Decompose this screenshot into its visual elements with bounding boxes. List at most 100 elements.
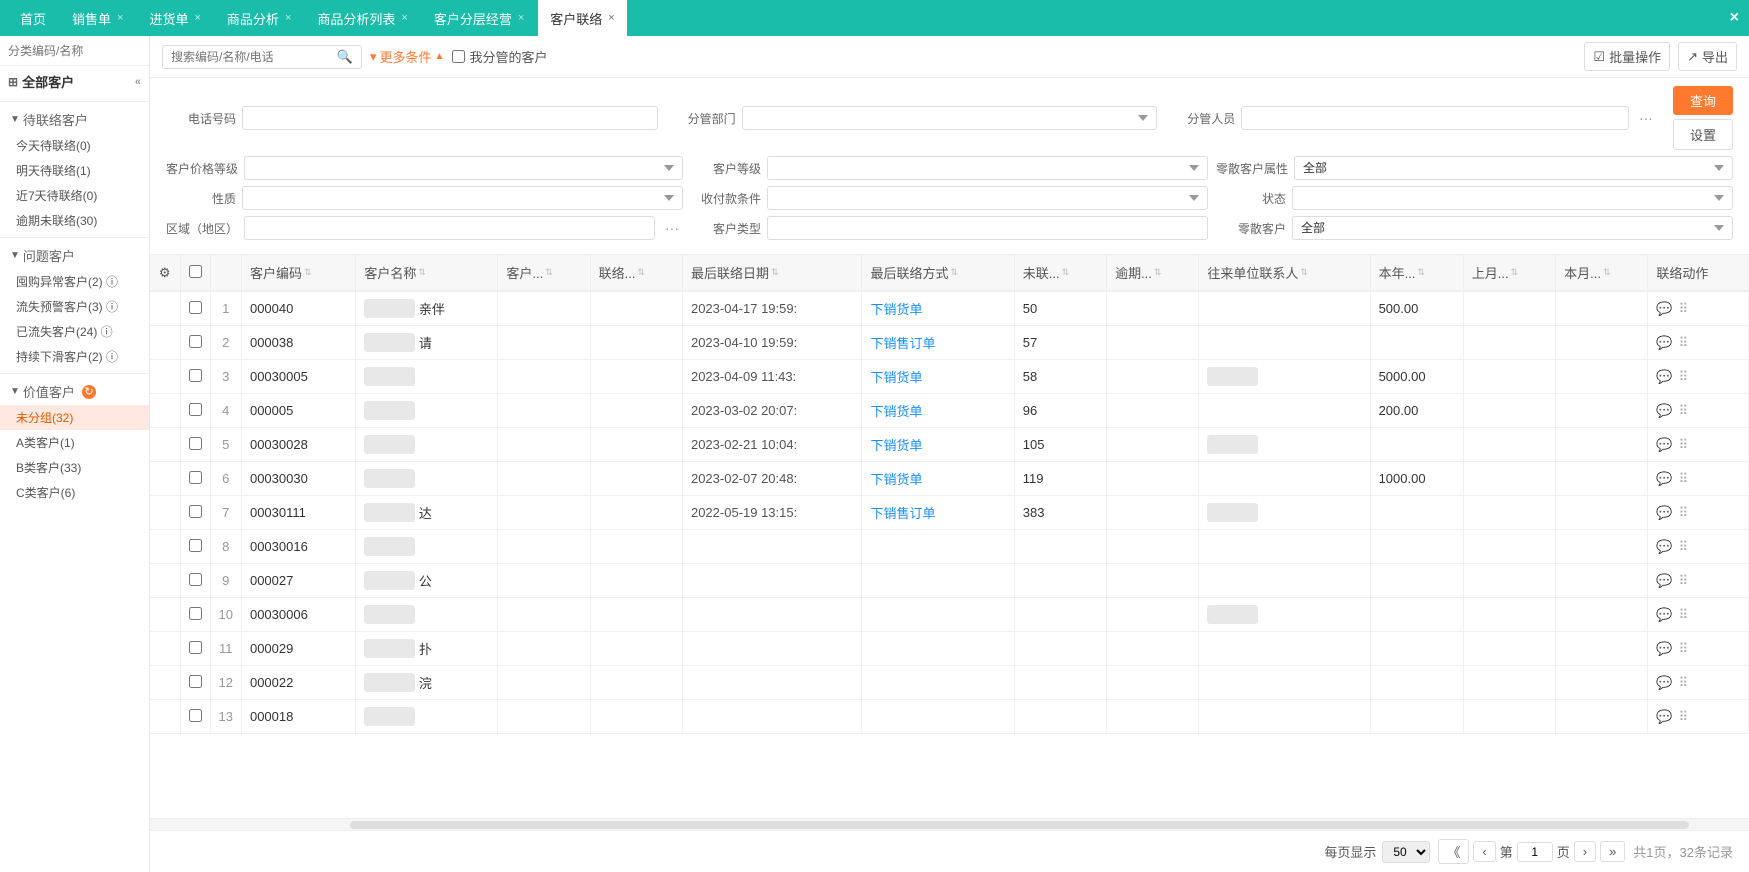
chat-icon[interactable]: 💬 <box>1656 471 1672 487</box>
filter-select-nature[interactable] <box>242 186 683 210</box>
row-checkbox[interactable] <box>189 301 202 314</box>
scrollbar-inner[interactable] <box>350 821 1689 829</box>
nav-tab-purchase[interactable]: 进货单 × <box>137 0 212 36</box>
sidebar-item-class-a[interactable]: A类客户(1) <box>0 430 149 455</box>
scrollbar-placeholder[interactable] <box>150 818 1749 830</box>
chat-icon[interactable]: 💬 <box>1656 641 1672 657</box>
sort-this-year[interactable]: ⇅ <box>1417 267 1425 278</box>
nav-home[interactable]: 首页 <box>8 3 58 34</box>
sidebar-item-7days-pending[interactable]: 近7天待联络(0) <box>0 183 149 208</box>
row-checkbox[interactable] <box>189 369 202 382</box>
sidebar-item-class-c[interactable]: C类客户(6) <box>0 480 149 505</box>
row-checkbox[interactable] <box>189 539 202 552</box>
more-actions-icon[interactable]: ⠿ <box>1679 335 1689 351</box>
person-dot-btn[interactable]: ··· <box>1635 110 1657 126</box>
sort-name[interactable]: ⇅ <box>418 267 426 278</box>
more-actions-icon[interactable]: ⠿ <box>1679 369 1689 385</box>
chat-icon[interactable]: 💬 <box>1656 573 1672 589</box>
filter-select-status[interactable] <box>1292 186 1733 210</box>
filter-select-price-level[interactable] <box>244 156 683 180</box>
main-search-input[interactable] <box>171 50 333 64</box>
chat-icon[interactable]: 💬 <box>1656 301 1672 317</box>
row-checkbox[interactable] <box>189 709 202 722</box>
more-actions-icon[interactable]: ⠿ <box>1679 505 1689 521</box>
sidebar-group-header-pending[interactable]: ▼ 待联络客户 <box>0 106 149 133</box>
nav-tab-customer-contact[interactable]: 客户联络 × <box>538 0 626 36</box>
close-customer-contact-tab[interactable]: × <box>608 12 614 24</box>
sidebar-group-header-problem[interactable]: ▼ 问题客户 <box>0 242 149 269</box>
more-actions-icon[interactable]: ⠿ <box>1679 675 1689 691</box>
row-checkbox[interactable] <box>189 607 202 620</box>
last-way-link[interactable]: 下销货单 <box>870 472 922 487</box>
pagesize-select[interactable]: 50 <box>1382 841 1430 863</box>
chat-icon[interactable]: 💬 <box>1656 709 1672 725</box>
sort-last-date[interactable]: ⇅ <box>771 267 779 278</box>
batch-op-btn[interactable]: ☑ 批量操作 <box>1584 42 1670 71</box>
region-dot-btn[interactable]: ··· <box>661 220 683 236</box>
row-checkbox[interactable] <box>189 573 202 586</box>
sort-last-month[interactable]: ⇅ <box>1511 267 1519 278</box>
sidebar-item-overdue-pending[interactable]: 逾期未联络(30) <box>0 208 149 233</box>
filter-select-dept[interactable] <box>742 106 1158 130</box>
close-analysis-list-tab[interactable]: × <box>401 12 407 24</box>
query-button[interactable]: 查询 <box>1673 86 1733 115</box>
filter-input-cust-type[interactable] <box>767 216 1208 240</box>
more-actions-icon[interactable]: ⠿ <box>1679 403 1689 419</box>
nav-tab-analysis[interactable]: 商品分析 × <box>215 0 303 36</box>
row-checkbox[interactable] <box>189 471 202 484</box>
filter-select-cust-level[interactable] <box>767 156 1208 180</box>
page-input[interactable] <box>1517 842 1553 862</box>
close-sales-tab[interactable]: × <box>117 12 123 24</box>
sidebar-group-header-value[interactable]: ▼ 价值客户 ↻ <box>0 378 149 405</box>
more-actions-icon[interactable]: ⠿ <box>1679 437 1689 453</box>
close-all-tabs[interactable]: × <box>1730 9 1739 27</box>
col-gear[interactable]: ⚙ <box>150 255 180 291</box>
sidebar-item-declining[interactable]: 持续下滑客户(2) ⓘ <box>0 344 149 369</box>
sidebar-all-customers[interactable]: ⊞ 全部客户 « <box>0 66 149 97</box>
sidebar-item-lost[interactable]: 已流失客户(24) ⓘ <box>0 319 149 344</box>
filter-select-sparse-attr[interactable]: 全部 <box>1294 156 1733 180</box>
last-way-link[interactable]: 下销售订单 <box>870 506 935 521</box>
chat-icon[interactable]: 💬 <box>1656 369 1672 385</box>
row-checkbox[interactable] <box>189 335 202 348</box>
close-customer-tier-tab[interactable]: × <box>518 12 524 24</box>
filter-mine-checkbox[interactable] <box>452 50 465 63</box>
chat-icon[interactable]: 💬 <box>1656 403 1672 419</box>
last-way-link[interactable]: 下销货单 <box>870 438 922 453</box>
row-checkbox[interactable] <box>189 403 202 416</box>
close-purchase-tab[interactable]: × <box>194 12 200 24</box>
first-page-btn[interactable]: 《 <box>1438 839 1469 864</box>
filter-select-sparse-cust[interactable]: 全部 <box>1292 216 1733 240</box>
row-checkbox[interactable] <box>189 675 202 688</box>
settings-icon[interactable]: ⚙ <box>159 265 171 280</box>
chat-icon[interactable]: 💬 <box>1656 607 1672 623</box>
nav-tab-analysis-list[interactable]: 商品分析列表 × <box>305 0 419 36</box>
filter-input-person[interactable] <box>1241 106 1629 130</box>
sort-type[interactable]: ⇅ <box>545 267 553 278</box>
select-all-checkbox[interactable] <box>189 265 202 278</box>
sidebar-item-tomorrow-pending[interactable]: 明天待联络(1) <box>0 158 149 183</box>
value-refresh-icon[interactable]: ↻ <box>82 385 96 399</box>
main-search-icon[interactable]: 🔍 <box>337 49 353 65</box>
more-actions-icon[interactable]: ⠿ <box>1679 539 1689 555</box>
filter-select-payment[interactable] <box>767 186 1208 210</box>
last-way-link[interactable]: 下销货单 <box>870 370 922 385</box>
last-way-link[interactable]: 下销售订单 <box>870 336 935 351</box>
sidebar-search-input[interactable] <box>8 44 150 58</box>
filter-more-btn[interactable]: ▾ 更多条件 ▲ <box>370 47 444 66</box>
sidebar-item-churn-warning[interactable]: 流失预警客户(3) ⓘ <box>0 294 149 319</box>
more-actions-icon[interactable]: ⠿ <box>1679 607 1689 623</box>
row-checkbox[interactable] <box>189 437 202 450</box>
more-actions-icon[interactable]: ⠿ <box>1679 573 1689 589</box>
nav-tab-customer-tier[interactable]: 客户分层经营 × <box>422 0 536 36</box>
sidebar-item-abnormal[interactable]: 囤购异常客户(2) ⓘ <box>0 269 149 294</box>
more-actions-icon[interactable]: ⠿ <box>1679 641 1689 657</box>
chat-icon[interactable]: 💬 <box>1656 505 1672 521</box>
last-way-link[interactable]: 下销货单 <box>870 404 922 419</box>
row-checkbox[interactable] <box>189 505 202 518</box>
sort-last-way[interactable]: ⇅ <box>951 267 959 278</box>
sort-contact[interactable]: ⇅ <box>638 267 646 278</box>
sort-uncontact[interactable]: ⇅ <box>1062 267 1070 278</box>
chat-icon[interactable]: 💬 <box>1656 675 1672 691</box>
last-page-btn[interactable]: » <box>1600 841 1625 862</box>
